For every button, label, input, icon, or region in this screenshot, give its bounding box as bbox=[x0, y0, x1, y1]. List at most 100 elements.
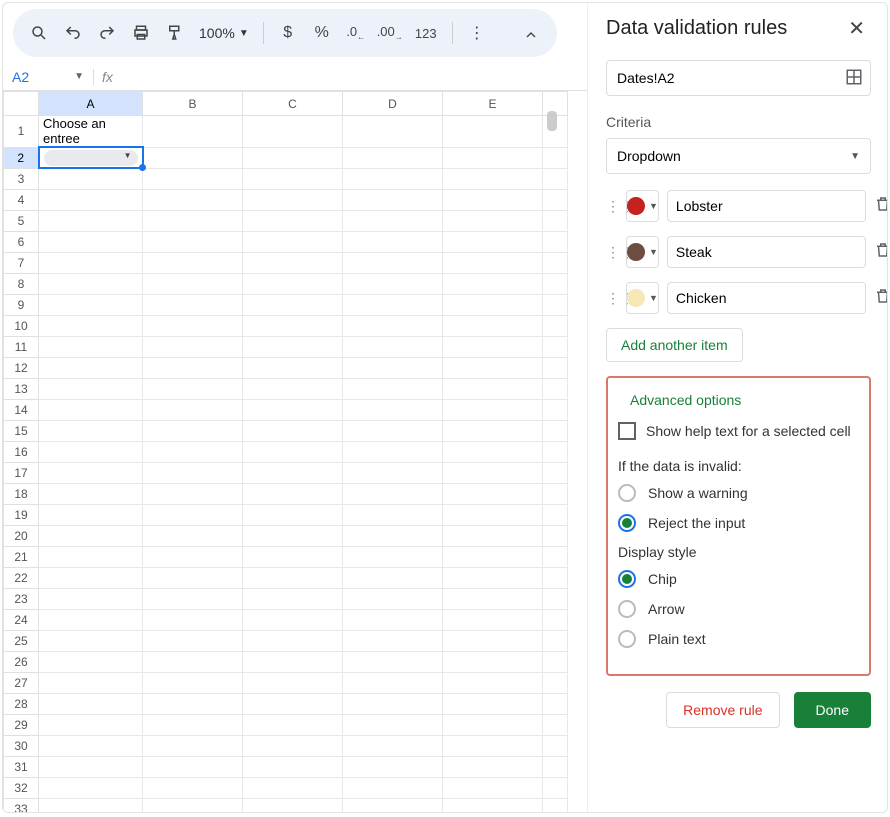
cell[interactable] bbox=[343, 357, 443, 378]
cell[interactable] bbox=[143, 777, 243, 798]
cell[interactable] bbox=[143, 420, 243, 441]
cell[interactable] bbox=[243, 273, 343, 294]
item-label-input[interactable] bbox=[667, 282, 866, 314]
item-label-input[interactable] bbox=[667, 236, 866, 268]
cell[interactable] bbox=[243, 357, 343, 378]
row-header[interactable]: 12 bbox=[4, 357, 39, 378]
cell[interactable] bbox=[243, 210, 343, 231]
done-button[interactable]: Done bbox=[794, 692, 871, 728]
currency-button[interactable]: $ bbox=[272, 17, 304, 49]
cell[interactable] bbox=[343, 714, 443, 735]
advanced-options-title[interactable]: Advanced options bbox=[630, 392, 859, 408]
row-header[interactable]: 16 bbox=[4, 441, 39, 462]
cell[interactable] bbox=[343, 231, 443, 252]
percent-button[interactable]: % bbox=[306, 17, 338, 49]
cell[interactable] bbox=[243, 315, 343, 336]
cell[interactable] bbox=[343, 546, 443, 567]
vertical-scrollbar[interactable] bbox=[547, 111, 557, 131]
row-header[interactable]: 27 bbox=[4, 672, 39, 693]
cell[interactable] bbox=[143, 483, 243, 504]
row-header[interactable]: 4 bbox=[4, 189, 39, 210]
row-header[interactable]: 21 bbox=[4, 546, 39, 567]
close-icon[interactable]: ✕ bbox=[842, 15, 871, 42]
cell[interactable] bbox=[443, 735, 543, 756]
dropdown-chip[interactable] bbox=[44, 150, 138, 166]
row-header[interactable]: 22 bbox=[4, 567, 39, 588]
cell[interactable] bbox=[143, 588, 243, 609]
cell[interactable] bbox=[343, 630, 443, 651]
row-header[interactable]: 2 bbox=[4, 147, 39, 168]
cell[interactable] bbox=[143, 567, 243, 588]
cell[interactable] bbox=[143, 735, 243, 756]
cell[interactable] bbox=[143, 672, 243, 693]
cell[interactable] bbox=[343, 462, 443, 483]
cell[interactable] bbox=[343, 483, 443, 504]
cell[interactable] bbox=[39, 609, 143, 630]
column-header[interactable]: A bbox=[39, 92, 143, 116]
cell[interactable] bbox=[343, 273, 443, 294]
cell[interactable] bbox=[243, 504, 343, 525]
cell[interactable] bbox=[343, 116, 443, 148]
cell[interactable] bbox=[143, 168, 243, 189]
row-header[interactable]: 31 bbox=[4, 756, 39, 777]
cell[interactable] bbox=[243, 168, 343, 189]
cell[interactable] bbox=[39, 483, 143, 504]
cell[interactable] bbox=[443, 546, 543, 567]
row-header[interactable]: 33 bbox=[4, 798, 39, 813]
row-header[interactable]: 7 bbox=[4, 252, 39, 273]
cell[interactable] bbox=[243, 735, 343, 756]
cell[interactable] bbox=[243, 336, 343, 357]
drag-handle-icon[interactable]: ⋮⋮ bbox=[606, 198, 618, 215]
collapse-toolbar-icon[interactable] bbox=[517, 21, 545, 49]
cell[interactable] bbox=[343, 756, 443, 777]
cell[interactable] bbox=[39, 210, 143, 231]
cell[interactable] bbox=[243, 756, 343, 777]
column-header[interactable]: D bbox=[343, 92, 443, 116]
cell[interactable] bbox=[243, 714, 343, 735]
cell[interactable] bbox=[443, 651, 543, 672]
row-header[interactable]: 9 bbox=[4, 294, 39, 315]
row-header[interactable]: 15 bbox=[4, 420, 39, 441]
drag-handle-icon[interactable]: ⋮⋮ bbox=[606, 290, 618, 307]
cell[interactable] bbox=[343, 441, 443, 462]
cell[interactable] bbox=[443, 525, 543, 546]
print-icon[interactable] bbox=[125, 17, 157, 49]
cell[interactable] bbox=[443, 210, 543, 231]
cell[interactable] bbox=[343, 147, 443, 168]
cell[interactable] bbox=[39, 504, 143, 525]
color-chip-selector[interactable]: ▼ bbox=[626, 282, 659, 314]
cell[interactable] bbox=[243, 672, 343, 693]
row-header[interactable]: 28 bbox=[4, 693, 39, 714]
cell[interactable] bbox=[143, 798, 243, 813]
cell[interactable] bbox=[443, 588, 543, 609]
cell[interactable] bbox=[39, 168, 143, 189]
cell[interactable] bbox=[39, 294, 143, 315]
cell[interactable] bbox=[143, 609, 243, 630]
increase-decimal-icon[interactable]: .00→ bbox=[374, 17, 406, 49]
cell[interactable] bbox=[443, 693, 543, 714]
cell[interactable] bbox=[443, 609, 543, 630]
cell[interactable] bbox=[343, 798, 443, 813]
cell[interactable] bbox=[243, 294, 343, 315]
column-header[interactable]: E bbox=[443, 92, 543, 116]
remove-rule-button[interactable]: Remove rule bbox=[666, 692, 779, 728]
cell[interactable] bbox=[39, 252, 143, 273]
cell[interactable] bbox=[443, 777, 543, 798]
row-header[interactable]: 18 bbox=[4, 483, 39, 504]
cell[interactable] bbox=[243, 189, 343, 210]
cell[interactable] bbox=[39, 714, 143, 735]
row-header[interactable]: 32 bbox=[4, 777, 39, 798]
cell[interactable] bbox=[343, 525, 443, 546]
row-header[interactable]: 10 bbox=[4, 315, 39, 336]
radio-icon[interactable] bbox=[618, 514, 636, 532]
cell[interactable] bbox=[39, 462, 143, 483]
cell[interactable] bbox=[243, 378, 343, 399]
cell[interactable] bbox=[443, 116, 543, 148]
cell[interactable] bbox=[143, 315, 243, 336]
cell[interactable] bbox=[39, 588, 143, 609]
cell[interactable] bbox=[143, 504, 243, 525]
row-header[interactable]: 3 bbox=[4, 168, 39, 189]
cell[interactable] bbox=[243, 798, 343, 813]
cell[interactable] bbox=[243, 231, 343, 252]
add-item-button[interactable]: Add another item bbox=[606, 328, 743, 362]
